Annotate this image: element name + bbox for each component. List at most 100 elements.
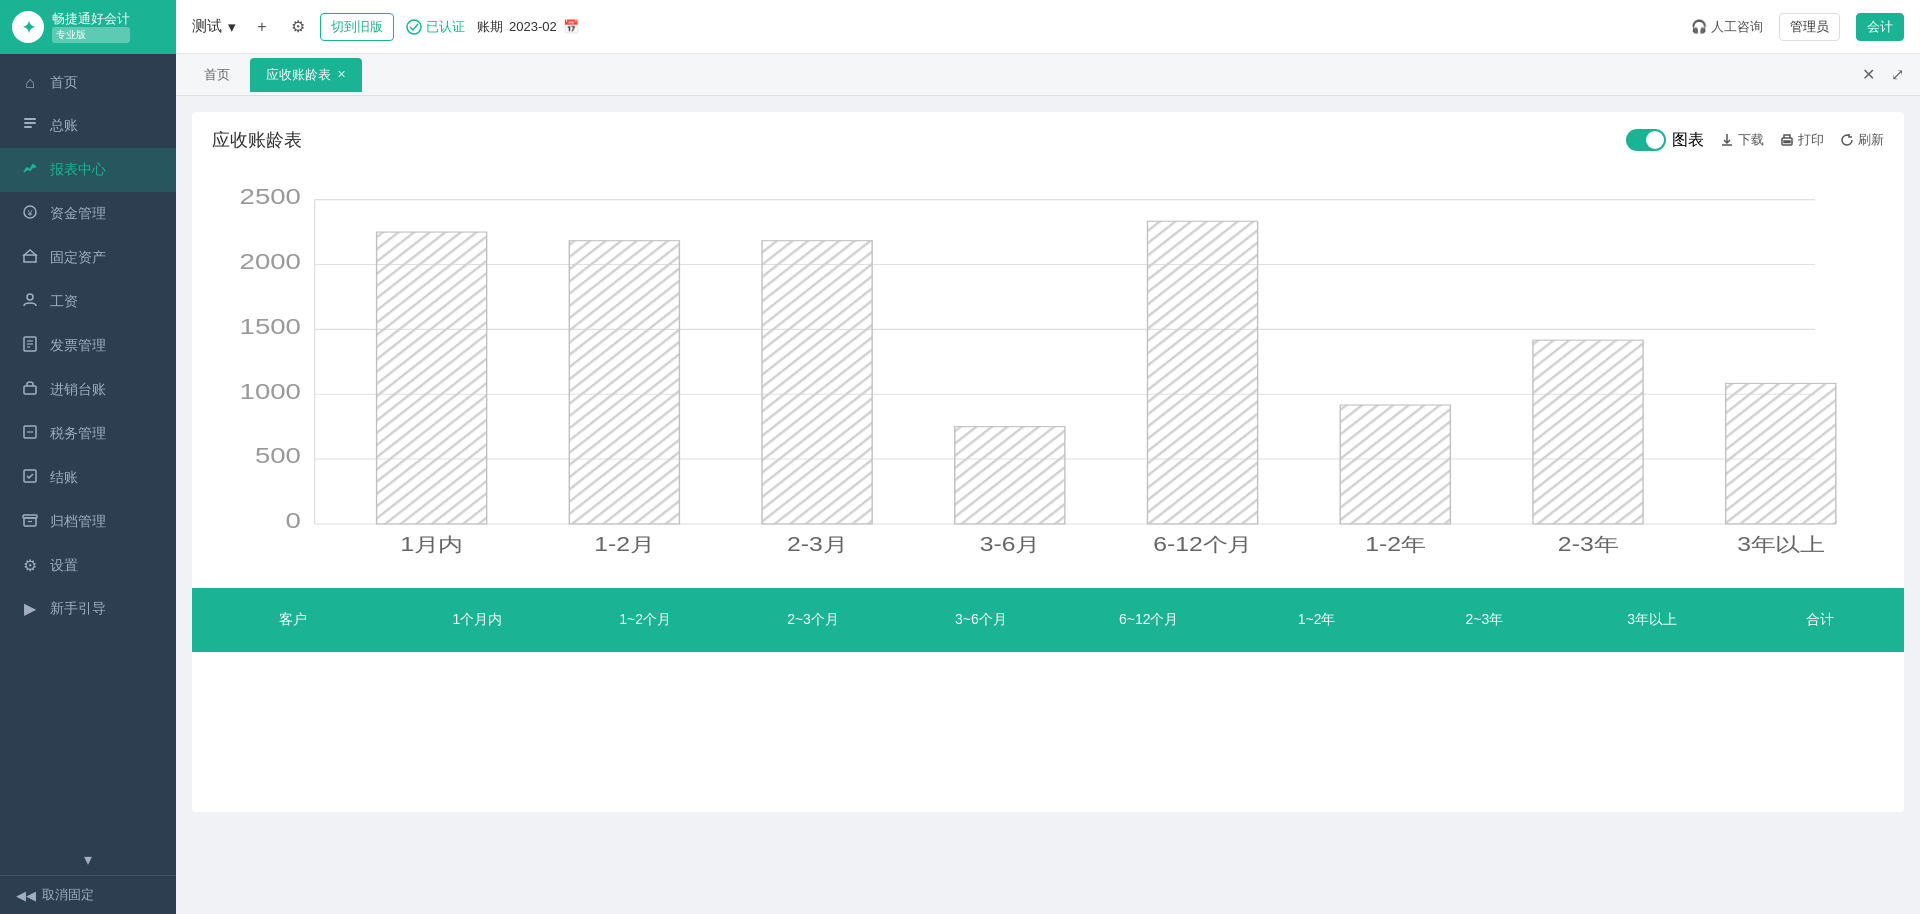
svg-text:3-6月: 3-6月 (980, 534, 1040, 556)
certified-icon (406, 19, 422, 35)
sidebar-item-funds[interactable]: ¥ 资金管理 (0, 192, 176, 236)
tabbar: 首页 应收账龄表 ✕ ✕ ⤢ (176, 54, 1920, 96)
svg-text:2500: 2500 (240, 185, 301, 209)
dropdown-icon: ▾ (228, 18, 236, 36)
col-2-3year: 2~3年 (1400, 611, 1568, 629)
expand-button[interactable]: ⤢ (1887, 61, 1908, 88)
assets-icon (20, 248, 40, 268)
col-3-6month: 3~6个月 (897, 611, 1065, 629)
sidebar-nav: ⌂ 首页 总账 报表中心 ¥ 资金管理 固定资产 (0, 54, 176, 844)
download-button[interactable]: 下载 (1720, 131, 1764, 149)
sidebar-item-reports[interactable]: 报表中心 (0, 148, 176, 192)
tabbar-controls: ✕ ⤢ (1858, 61, 1908, 88)
calendar-icon[interactable]: 📅 (563, 19, 579, 34)
svg-rect-41 (955, 427, 1065, 524)
settings-button[interactable]: ⚙ (284, 13, 312, 41)
report-title: 应收账龄表 (212, 128, 302, 152)
sidebar-item-guide[interactable]: ▶ 新手引导 (0, 587, 176, 630)
bar-chart: 0 500 1000 1500 2000 2500 1月内 (232, 178, 1884, 578)
add-button[interactable]: + (248, 13, 276, 41)
sidebar-item-settle[interactable]: 结账 (0, 456, 176, 500)
topbar: 测试 ▾ + ⚙ 切到旧版 已认证 账期 2023-02 📅 🎧 人工咨询 管理… (176, 0, 1920, 54)
sidebar-item-label: 结账 (50, 469, 78, 487)
sidebar-item-assets[interactable]: 固定资产 (0, 236, 176, 280)
sidebar-item-label: 总账 (50, 117, 78, 135)
report-header: 应收账龄表 图表 下载 打印 (192, 112, 1904, 168)
tab-close-icon[interactable]: ✕ (337, 68, 346, 81)
col-total: 合计 (1736, 611, 1904, 629)
svg-text:500: 500 (255, 444, 301, 468)
svg-text:1-2年: 1-2年 (1365, 534, 1425, 556)
tax-icon (20, 424, 40, 444)
svg-text:2-3年: 2-3年 (1558, 534, 1618, 556)
col-customer: 客户 (192, 611, 393, 629)
tab-aging-label: 应收账龄表 (266, 66, 331, 84)
print-button[interactable]: 打印 (1780, 131, 1824, 149)
stock-icon (20, 380, 40, 400)
svg-rect-5 (24, 255, 36, 262)
company-name: 测试 (192, 17, 222, 36)
svg-text:1500: 1500 (240, 314, 301, 338)
refresh-icon (1840, 133, 1854, 147)
switch-version-button[interactable]: 切到旧版 (320, 13, 394, 41)
sidebar-item-archive[interactable]: 归档管理 (0, 500, 176, 544)
sidebar-item-label: 发票管理 (50, 337, 106, 355)
scroll-down-indicator[interactable]: ▾ (0, 844, 176, 875)
svg-rect-2 (24, 126, 32, 128)
chart-toggle[interactable] (1626, 129, 1666, 151)
svg-text:3年以上: 3年以上 (1737, 534, 1824, 556)
sidebar-item-label: 报表中心 (50, 161, 106, 179)
svg-rect-35 (377, 232, 487, 524)
svg-text:1-2月: 1-2月 (594, 534, 654, 556)
sidebar-item-invoice[interactable]: 发票管理 (0, 324, 176, 368)
svg-point-6 (27, 294, 33, 300)
sidebar-item-tax[interactable]: 税务管理 (0, 412, 176, 456)
svg-rect-45 (1340, 405, 1450, 524)
sidebar-item-home[interactable]: ⌂ 首页 (0, 62, 176, 104)
svg-rect-43 (1147, 221, 1257, 524)
svg-rect-20 (1784, 141, 1790, 143)
refresh-button[interactable]: 刷新 (1840, 131, 1884, 149)
svg-text:0: 0 (286, 509, 301, 533)
svg-rect-11 (24, 386, 36, 394)
period-display: 账期 2023-02 📅 (477, 18, 579, 36)
human-service-btn[interactable]: 🎧 人工咨询 (1691, 18, 1763, 36)
manager-btn[interactable]: 管理员 (1779, 13, 1840, 41)
tab-home-label: 首页 (204, 66, 230, 84)
close-tab-button[interactable]: ✕ (1858, 61, 1879, 88)
svg-text:2-3月: 2-3月 (787, 534, 847, 556)
col-2-3month: 2~3个月 (729, 611, 897, 629)
refresh-label: 刷新 (1858, 131, 1884, 149)
ledger-icon (20, 116, 40, 136)
sidebar-item-label: 进销台账 (50, 381, 106, 399)
print-label: 打印 (1798, 131, 1824, 149)
sidebar-item-settings[interactable]: ⚙ 设置 (0, 544, 176, 587)
sidebar-item-label: 设置 (50, 557, 78, 575)
report-actions: 图表 下载 打印 刷新 (1626, 129, 1884, 151)
guide-icon: ▶ (20, 599, 40, 618)
sidebar-item-stock[interactable]: 进销台账 (0, 368, 176, 412)
headset-icon: 🎧 (1691, 19, 1707, 34)
tab-home[interactable]: 首页 (188, 58, 246, 92)
period-value: 2023-02 (509, 19, 557, 34)
app-name: 畅捷通好会计 (52, 11, 130, 28)
home-icon: ⌂ (20, 74, 40, 92)
sidebar-item-label: 税务管理 (50, 425, 106, 443)
sidebar-item-ledger[interactable]: 总账 (0, 104, 176, 148)
topbar-right: 🎧 人工咨询 管理员 会计 (1691, 13, 1904, 41)
svg-point-18 (407, 20, 421, 34)
chart-toggle-group: 图表 (1626, 129, 1704, 151)
svg-text:6-12个月: 6-12个月 (1153, 534, 1252, 556)
svg-rect-47 (1533, 340, 1643, 524)
cancel-fixed-btn[interactable]: ◀◀ 取消固定 (0, 875, 176, 914)
chart-area: 0 500 1000 1500 2000 2500 1月内 (192, 168, 1904, 588)
table-header: 客户 1个月内 1~2个月 2~3个月 3~6个月 6~12个月 (192, 588, 1904, 652)
accountant-btn[interactable]: 会计 (1856, 13, 1904, 41)
company-selector[interactable]: 测试 ▾ (192, 17, 236, 36)
certified-label: 已认证 (426, 18, 465, 36)
settle-icon (20, 468, 40, 488)
tab-aging[interactable]: 应收账龄表 ✕ (250, 58, 362, 92)
sidebar-item-label: 资金管理 (50, 205, 106, 223)
svg-rect-49 (1726, 383, 1836, 524)
sidebar-item-payroll[interactable]: 工资 (0, 280, 176, 324)
